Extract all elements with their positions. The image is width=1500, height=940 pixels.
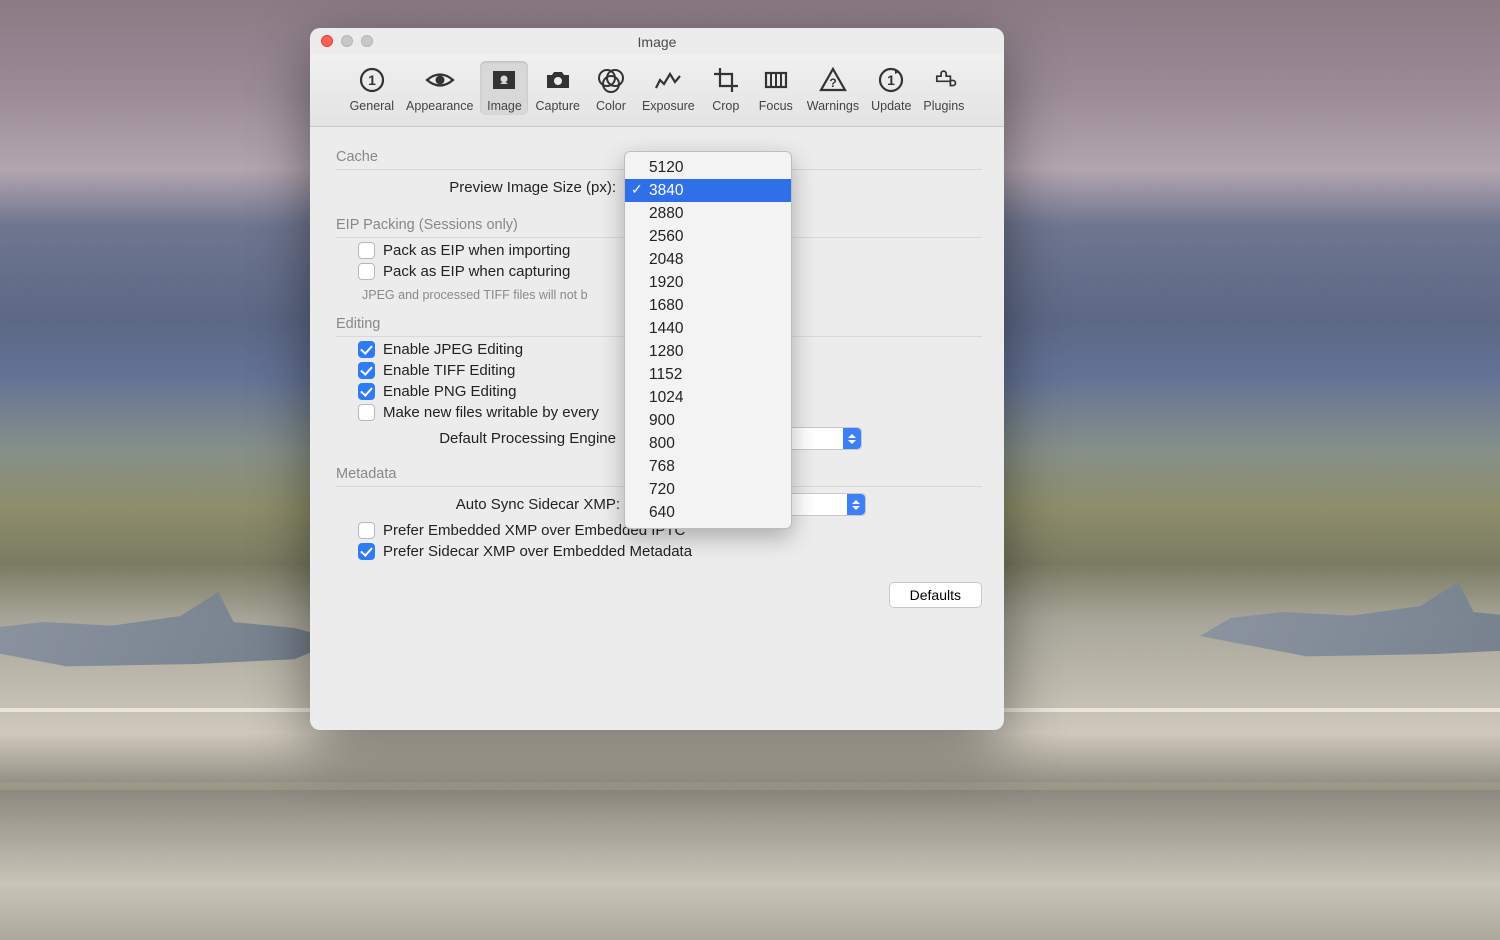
preferences-window: Image 1 General Appearance Image Capture <box>310 28 1004 730</box>
select-stepper-icon <box>843 428 861 449</box>
checkbox[interactable] <box>358 341 375 358</box>
dropdown-option[interactable]: 640 <box>625 501 791 524</box>
checkbox-label: Pack as EIP when importing <box>383 242 570 259</box>
camera-icon <box>543 65 573 95</box>
dropdown-option[interactable]: 2560 <box>625 225 791 248</box>
tab-general[interactable]: 1 General <box>345 61 399 115</box>
preferences-toolbar: 1 General Appearance Image Capture <box>310 55 1004 127</box>
dropdown-option[interactable]: 800 <box>625 432 791 455</box>
svg-text:?: ? <box>829 76 836 90</box>
window-controls <box>321 35 373 47</box>
default-engine-label: Default Processing Engine <box>336 430 626 447</box>
checkbox[interactable] <box>358 242 375 259</box>
tab-label: Focus <box>759 99 793 113</box>
tab-label: Color <box>596 99 626 113</box>
dropdown-option[interactable]: 1280 <box>625 340 791 363</box>
tab-crop[interactable]: Crop <box>702 61 750 115</box>
update-icon: 1 <box>876 65 906 95</box>
close-button[interactable] <box>321 35 333 47</box>
tab-appearance[interactable]: Appearance <box>401 61 478 115</box>
background-line <box>0 782 1500 790</box>
checkbox-label: Prefer Sidecar XMP over Embedded Metadat… <box>383 543 692 560</box>
svg-text:1: 1 <box>368 72 376 88</box>
tab-label: Plugins <box>923 99 964 113</box>
dropdown-option[interactable]: 900 <box>625 409 791 432</box>
autosync-label: Auto Sync Sidecar XMP: <box>336 496 630 513</box>
dropdown-option[interactable]: 3840 <box>625 179 791 202</box>
tab-focus[interactable]: Focus <box>752 61 800 115</box>
color-icon <box>596 65 626 95</box>
background-jet-right <box>1200 570 1500 690</box>
tab-warnings[interactable]: ? Warnings <box>802 61 864 115</box>
preview-size-dropdown[interactable]: 5120384028802560204819201680144012801152… <box>624 151 792 529</box>
checkbox-label: Enable JPEG Editing <box>383 341 523 358</box>
tab-image[interactable]: Image <box>480 61 528 115</box>
plugin-icon <box>929 65 959 95</box>
exposure-icon <box>653 65 683 95</box>
select-stepper-icon <box>847 494 865 515</box>
checkbox[interactable] <box>358 404 375 421</box>
checkbox[interactable] <box>358 263 375 280</box>
tab-plugins[interactable]: Plugins <box>918 61 969 115</box>
tab-capture[interactable]: Capture <box>530 61 584 115</box>
focus-icon <box>761 65 791 95</box>
sidecar-xmp-checkbox-row[interactable]: Prefer Sidecar XMP over Embedded Metadat… <box>358 543 982 560</box>
tab-color[interactable]: Color <box>587 61 635 115</box>
checkbox-label: Pack as EIP when capturing <box>383 263 570 280</box>
checkbox-label: Enable TIFF Editing <box>383 362 515 379</box>
dropdown-option[interactable]: 2048 <box>625 248 791 271</box>
dropdown-option[interactable]: 1440 <box>625 317 791 340</box>
eye-icon <box>425 65 455 95</box>
background-jet-left <box>0 580 340 700</box>
checkbox-label: Make new files writable by every <box>383 404 599 421</box>
dropdown-option[interactable]: 1680 <box>625 294 791 317</box>
general-icon: 1 <box>357 65 387 95</box>
svg-text:1: 1 <box>887 72 895 88</box>
dropdown-option[interactable]: 720 <box>625 478 791 501</box>
crop-icon <box>711 65 741 95</box>
tab-update[interactable]: 1 Update <box>866 61 916 115</box>
tab-label: Warnings <box>807 99 859 113</box>
window-title: Image <box>310 34 1004 50</box>
dropdown-option[interactable]: 1024 <box>625 386 791 409</box>
dropdown-option[interactable]: 2880 <box>625 202 791 225</box>
minimize-button[interactable] <box>341 35 353 47</box>
tab-exposure[interactable]: Exposure <box>637 61 700 115</box>
zoom-button[interactable] <box>361 35 373 47</box>
checkbox[interactable] <box>358 543 375 560</box>
image-icon <box>489 65 519 95</box>
tab-label: Image <box>487 99 522 113</box>
defaults-button[interactable]: Defaults <box>889 582 982 608</box>
tab-label: Capture <box>535 99 579 113</box>
checkbox[interactable] <box>358 362 375 379</box>
warning-icon: ? <box>818 65 848 95</box>
checkbox-label: Enable PNG Editing <box>383 383 516 400</box>
tab-label: Appearance <box>406 99 473 113</box>
titlebar: Image <box>310 28 1004 55</box>
tab-label: Exposure <box>642 99 695 113</box>
tab-label: Update <box>871 99 911 113</box>
checkbox[interactable] <box>358 522 375 539</box>
dropdown-option[interactable]: 768 <box>625 455 791 478</box>
preview-size-label: Preview Image Size (px): <box>336 179 626 196</box>
dropdown-option[interactable]: 5120 <box>625 156 791 179</box>
tab-label: General <box>350 99 394 113</box>
dropdown-option[interactable]: 1920 <box>625 271 791 294</box>
dropdown-option[interactable]: 1152 <box>625 363 791 386</box>
tab-label: Crop <box>712 99 739 113</box>
checkbox[interactable] <box>358 383 375 400</box>
